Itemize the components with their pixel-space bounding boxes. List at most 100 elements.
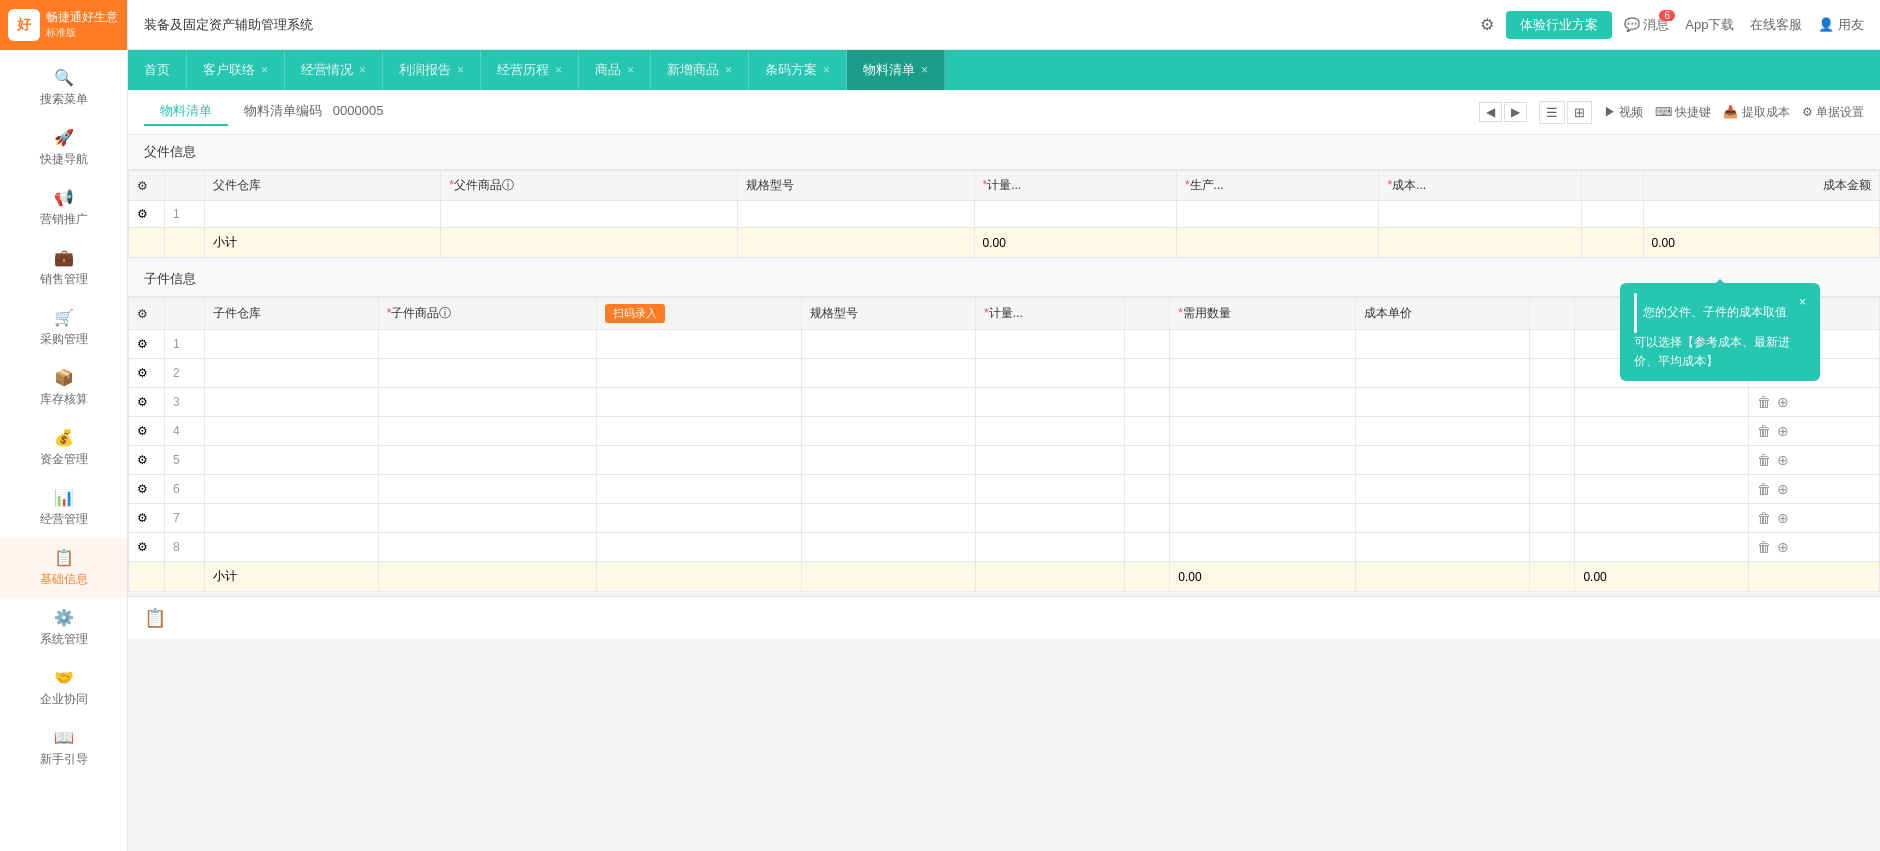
shortcut-link[interactable]: ⌨ 快捷键 (1655, 104, 1711, 121)
child-row-scan[interactable] (596, 388, 802, 417)
child-col-scan[interactable]: 扫码录入 (596, 298, 802, 330)
delete-icon[interactable]: 🗑 (1757, 423, 1771, 439)
nav-prev-button[interactable]: ◀ (1479, 102, 1502, 122)
delete-icon[interactable]: 🗑 (1757, 452, 1771, 468)
sidebar-item-库存核算[interactable]: 📦库存核算 (0, 358, 127, 418)
child-row-unit-cost[interactable] (1356, 533, 1530, 562)
sub-tab-material-list[interactable]: 物料清单 (144, 98, 228, 126)
child-row-unit-cost[interactable] (1356, 359, 1530, 388)
nav-tab-close-icon[interactable]: × (921, 63, 928, 77)
nav-tab-close-icon[interactable]: × (457, 63, 464, 77)
child-row-settings[interactable]: ⚙ (129, 533, 165, 562)
child-row-quantity[interactable] (1170, 359, 1356, 388)
parent-col-settings[interactable]: ⚙ (129, 171, 165, 201)
delete-icon[interactable]: 🗑 (1757, 510, 1771, 526)
copy-icon[interactable]: ⊕ (1777, 452, 1789, 468)
child-row-warehouse[interactable] (205, 417, 379, 446)
nav-tab-经营情况[interactable]: 经营情况× (285, 50, 383, 90)
child-row-scan[interactable] (596, 504, 802, 533)
child-row-measure[interactable] (976, 504, 1125, 533)
child-row-spec[interactable] (802, 330, 976, 359)
grid-view-button[interactable]: ⊞ (1567, 101, 1592, 124)
nav-next-button[interactable]: ▶ (1504, 102, 1527, 122)
child-row-settings[interactable]: ⚙ (129, 359, 165, 388)
child-row-unit-cost[interactable] (1356, 330, 1530, 359)
child-row-spec[interactable] (802, 533, 976, 562)
child-row-measure[interactable] (976, 533, 1125, 562)
nav-tab-close-icon[interactable]: × (261, 63, 268, 77)
online-service-link[interactable]: 在线客服 (1750, 16, 1802, 34)
nav-tab-close-icon[interactable]: × (823, 63, 830, 77)
list-view-button[interactable]: ☰ (1539, 101, 1565, 124)
child-row-spec[interactable] (802, 446, 976, 475)
child-row-product[interactable] (378, 330, 596, 359)
message-badge[interactable]: 💬 消息 6 (1624, 16, 1670, 34)
child-row-unit-cost[interactable] (1356, 388, 1530, 417)
sidebar-item-销售管理[interactable]: 💼销售管理 (0, 238, 127, 298)
child-row-product[interactable] (378, 446, 596, 475)
child-row-quantity[interactable] (1170, 533, 1356, 562)
child-row-product[interactable] (378, 359, 596, 388)
child-row-quantity[interactable] (1170, 475, 1356, 504)
sidebar-item-资金管理[interactable]: 💰资金管理 (0, 418, 127, 478)
child-row-measure[interactable] (976, 446, 1125, 475)
child-row-product[interactable] (378, 504, 596, 533)
child-row-settings[interactable]: ⚙ (129, 475, 165, 504)
child-row-settings[interactable]: ⚙ (129, 504, 165, 533)
copy-icon[interactable]: ⊕ (1777, 481, 1789, 497)
child-row-spec[interactable] (802, 475, 976, 504)
child-row-product[interactable] (378, 533, 596, 562)
nav-tab-物料清单[interactable]: 物料清单× (847, 50, 945, 90)
cost-extract-link[interactable]: 📥 提取成本 (1723, 104, 1789, 121)
child-row-measure[interactable] (976, 417, 1125, 446)
scan-button[interactable]: 扫码录入 (605, 304, 665, 323)
child-row-spec[interactable] (802, 359, 976, 388)
nav-tab-新增商品[interactable]: 新增商品× (651, 50, 749, 90)
parent-row-measure[interactable] (974, 201, 1176, 228)
child-row-warehouse[interactable] (205, 330, 379, 359)
child-row-product[interactable] (378, 417, 596, 446)
child-row-scan[interactable] (596, 359, 802, 388)
nav-tab-经营历程[interactable]: 经营历程× (481, 50, 579, 90)
sidebar-item-搜索菜单[interactable]: 🔍搜索菜单 (0, 58, 127, 118)
sidebar-item-采购管理[interactable]: 🛒采购管理 (0, 298, 127, 358)
child-row-unit-cost[interactable] (1356, 504, 1530, 533)
parent-row-production[interactable] (1176, 201, 1378, 228)
sidebar-item-快捷导航[interactable]: 🚀快捷导航 (0, 118, 127, 178)
sidebar-item-基础信息[interactable]: 📋基础信息 (0, 538, 127, 598)
tooltip-close-button[interactable]: × (1799, 293, 1806, 312)
child-col-settings[interactable]: ⚙ (129, 298, 165, 330)
child-row-unit-cost[interactable] (1356, 446, 1530, 475)
child-row-measure[interactable] (976, 475, 1125, 504)
child-row-product[interactable] (378, 388, 596, 417)
child-row-scan[interactable] (596, 446, 802, 475)
nav-tab-客户联络[interactable]: 客户联络× (187, 50, 285, 90)
nav-tab-首页[interactable]: 首页 (128, 50, 187, 90)
child-row-quantity[interactable] (1170, 417, 1356, 446)
child-row-settings[interactable]: ⚙ (129, 330, 165, 359)
child-row-scan[interactable] (596, 475, 802, 504)
nav-tab-close-icon[interactable]: × (725, 63, 732, 77)
child-row-warehouse[interactable] (205, 359, 379, 388)
child-row-spec[interactable] (802, 388, 976, 417)
copy-icon[interactable]: ⊕ (1777, 510, 1789, 526)
delete-icon[interactable]: 🗑 (1757, 394, 1771, 410)
nav-tab-close-icon[interactable]: × (627, 63, 634, 77)
child-row-spec[interactable] (802, 417, 976, 446)
trial-button[interactable]: 体验行业方案 (1506, 11, 1612, 39)
child-row-quantity[interactable] (1170, 504, 1356, 533)
copy-icon[interactable]: ⊕ (1777, 539, 1789, 555)
child-row-settings[interactable]: ⚙ (129, 417, 165, 446)
app-download-link[interactable]: App下载 (1685, 16, 1734, 34)
video-link[interactable]: ▶ 视频 (1604, 104, 1643, 121)
user-avatar[interactable]: 👤 用友 (1818, 16, 1864, 34)
child-row-quantity[interactable] (1170, 446, 1356, 475)
child-row-measure[interactable] (976, 359, 1125, 388)
nav-tab-利润报告[interactable]: 利润报告× (383, 50, 481, 90)
child-row-scan[interactable] (596, 533, 802, 562)
copy-icon[interactable]: ⊕ (1777, 394, 1789, 410)
child-row-spec[interactable] (802, 504, 976, 533)
nav-tab-close-icon[interactable]: × (359, 63, 366, 77)
parent-row-spec[interactable] (738, 201, 974, 228)
child-row-warehouse[interactable] (205, 475, 379, 504)
